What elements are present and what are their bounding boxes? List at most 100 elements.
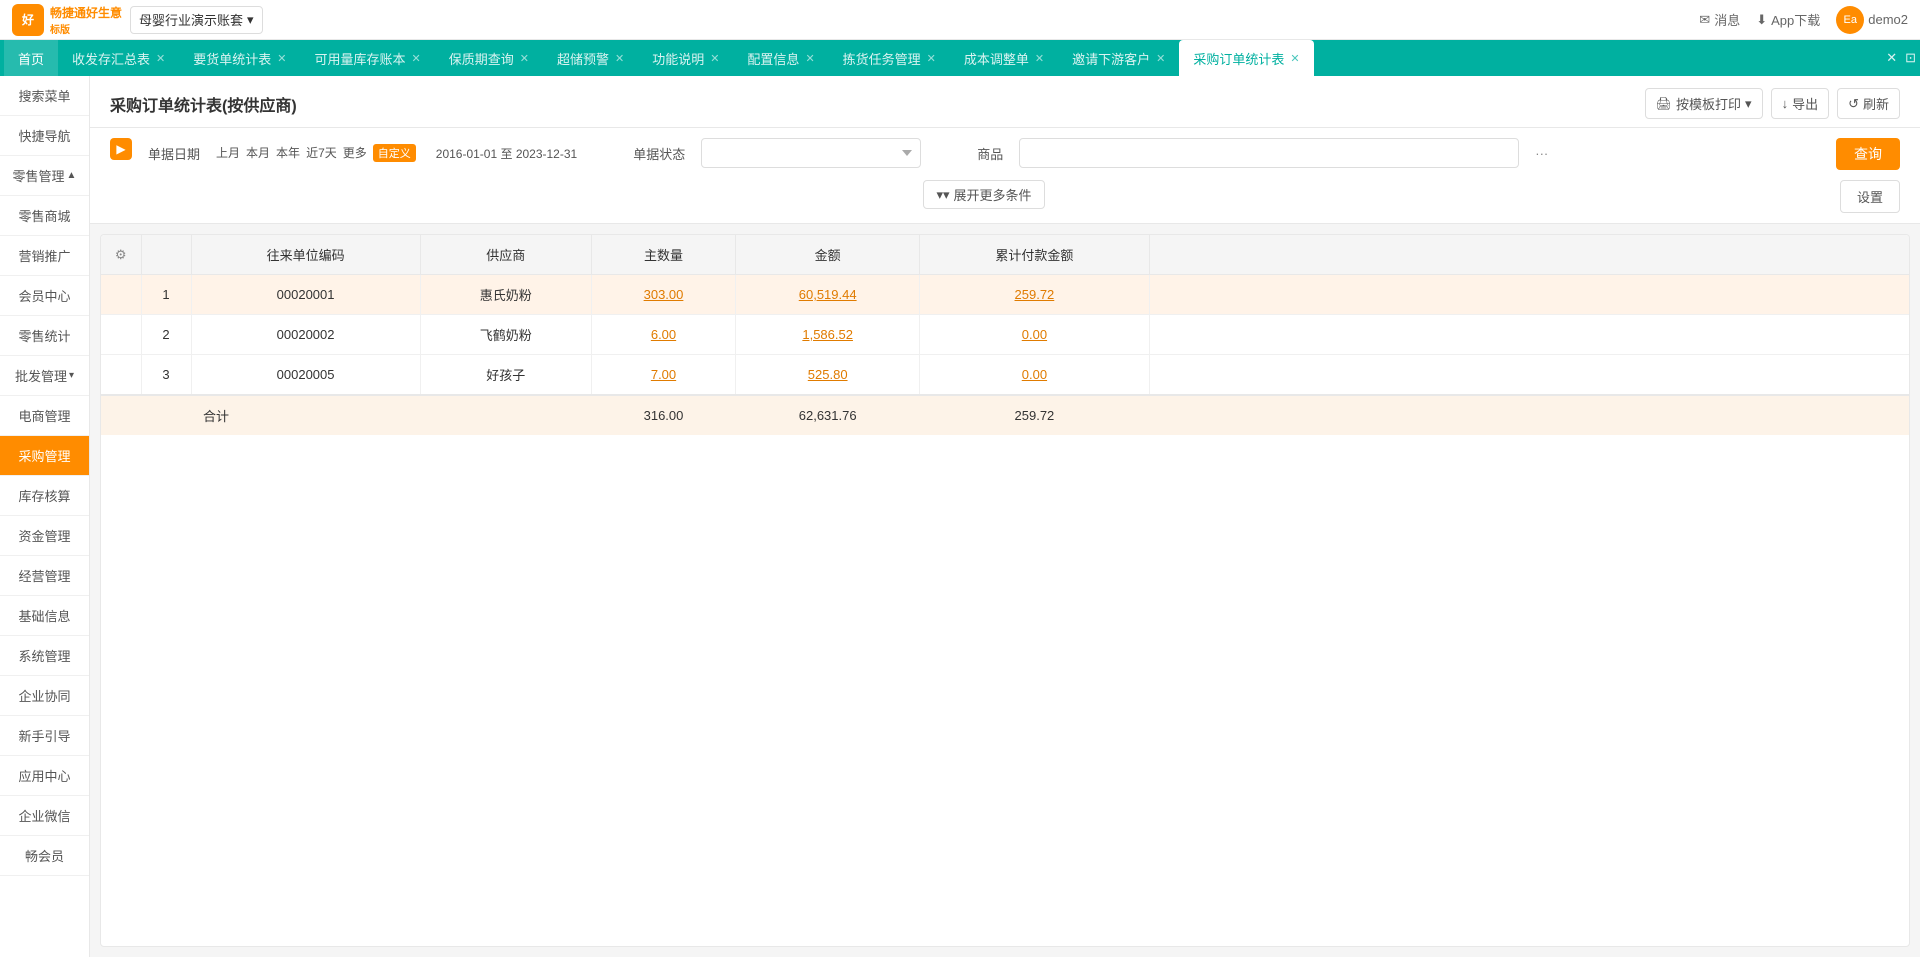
- sidebar-item-sysmanage[interactable]: 系统管理: [0, 636, 89, 676]
- nav-expand-icon[interactable]: ⊡: [1905, 50, 1916, 66]
- user-area[interactable]: Ea demo2: [1836, 6, 1908, 34]
- tab-chengben[interactable]: 成本调整单 ✕: [950, 40, 1058, 76]
- sidebar-item-wholesale[interactable]: 批发管理 ▾: [0, 356, 89, 396]
- tab-caigou[interactable]: 采购订单统计表 ✕: [1179, 40, 1313, 76]
- tab-yaoqing[interactable]: 邀请下游客户 ✕: [1058, 40, 1179, 76]
- sidebar-item-enterprise[interactable]: 企业协同: [0, 676, 89, 716]
- tab-peizhi-label: 配置信息: [747, 49, 799, 68]
- date-range-display: 2016-01-01 至 2023-12-31: [436, 145, 577, 162]
- print-icon: 🖨: [1656, 96, 1673, 112]
- status-select[interactable]: [701, 138, 921, 168]
- logo-main-text: 畅捷通好生意: [50, 4, 122, 21]
- close-icon[interactable]: ✕: [520, 52, 529, 65]
- tab-gongneng[interactable]: 功能说明 ✕: [638, 40, 733, 76]
- tab-chaochuyujing[interactable]: 超储预警 ✕: [543, 40, 638, 76]
- row-extra: [1149, 355, 1909, 396]
- export-button[interactable]: ↓ 导出: [1771, 88, 1830, 119]
- tab-shoufacun-label: 收发存汇总表: [72, 49, 150, 68]
- row-qty[interactable]: 6.00: [591, 315, 735, 355]
- refresh-button[interactable]: ↺ 刷新: [1837, 88, 1900, 119]
- goods-input[interactable]: [1019, 138, 1519, 168]
- sidebar-item-quicknav[interactable]: 快捷导航: [0, 116, 89, 156]
- row-amount[interactable]: 525.80: [736, 355, 920, 396]
- shortcut-this-year[interactable]: 本年: [276, 144, 300, 162]
- filter-query-section: 查询 设置: [1836, 138, 1900, 213]
- footer-paid: 259.72: [920, 395, 1149, 435]
- shortcut-last-month[interactable]: 上月: [216, 144, 240, 162]
- shortcut-7days[interactable]: 近7天: [306, 144, 337, 162]
- close-icon[interactable]: ✕: [156, 52, 165, 65]
- close-icon[interactable]: ✕: [927, 52, 936, 65]
- filter-toggle[interactable]: ▶: [110, 138, 132, 160]
- sidebar-item-purchase[interactable]: 采购管理: [0, 436, 89, 476]
- tab-peizhi[interactable]: 配置信息 ✕: [733, 40, 828, 76]
- row-paid[interactable]: 0.00: [920, 355, 1149, 396]
- query-button[interactable]: 查询: [1836, 138, 1900, 170]
- app-download-button[interactable]: ⬇ App下载: [1756, 10, 1820, 29]
- row-paid[interactable]: 259.72: [920, 275, 1149, 315]
- sidebar-item-newguide[interactable]: 新手引导: [0, 716, 89, 756]
- sidebar-item-inventory[interactable]: 库存核算: [0, 476, 89, 516]
- row-qty[interactable]: 7.00: [591, 355, 735, 396]
- row-check[interactable]: [101, 315, 141, 355]
- row-check[interactable]: [101, 275, 141, 315]
- supplier-col-header: 供应商: [420, 235, 591, 275]
- print-button[interactable]: 🖨 按模板打印 ▾: [1645, 88, 1763, 119]
- shortcut-this-month[interactable]: 本月: [246, 144, 270, 162]
- sidebar-item-ecommerce[interactable]: 电商管理: [0, 396, 89, 436]
- export-icon: ↓: [1782, 96, 1789, 111]
- sidebar-item-retailshop[interactable]: 零售商城: [0, 196, 89, 236]
- sidebar-item-search[interactable]: 搜索菜单: [0, 76, 89, 116]
- nav-close-icon[interactable]: ✕: [1886, 50, 1897, 66]
- sidebar-item-member[interactable]: 会员中心: [0, 276, 89, 316]
- sidebar-item-appcenter[interactable]: 应用中心: [0, 756, 89, 796]
- sidebar-item-operation[interactable]: 经营管理: [0, 556, 89, 596]
- sidebar-item-finance[interactable]: 资金管理: [0, 516, 89, 556]
- custom-badge: 自定义: [373, 144, 416, 162]
- sidebar-item-basicinfo[interactable]: 基础信息: [0, 596, 89, 636]
- workspace-selector[interactable]: 母婴行业演示账套 ▾: [130, 6, 263, 34]
- tab-home[interactable]: 首页: [4, 40, 58, 76]
- expand-more-button[interactable]: ▾▾ 展开更多条件: [923, 180, 1044, 209]
- row-paid[interactable]: 0.00: [920, 315, 1149, 355]
- footer-qty: 316.00: [591, 395, 735, 435]
- top-bar-right: ✉ 消息 ⬇ App下载 Ea demo2: [1699, 6, 1908, 34]
- table-footer-row: 合计 316.00 62,631.76 259.72: [101, 395, 1909, 435]
- close-icon[interactable]: ✕: [1156, 52, 1165, 65]
- row-check[interactable]: [101, 355, 141, 396]
- sidebar-item-marketing[interactable]: 营销推广: [0, 236, 89, 276]
- row-amount[interactable]: 60,519.44: [736, 275, 920, 315]
- close-icon[interactable]: ✕: [615, 52, 624, 65]
- download-icon: ⬇: [1756, 12, 1767, 28]
- shortcut-more[interactable]: 更多: [343, 144, 367, 162]
- avatar: Ea: [1836, 6, 1864, 34]
- footer-extra: [1149, 395, 1909, 435]
- close-icon[interactable]: ✕: [277, 52, 286, 65]
- top-bar-left: 好 畅捷通好生意 标版 母婴行业演示账套 ▾: [12, 4, 263, 36]
- message-button[interactable]: ✉ 消息: [1699, 10, 1740, 29]
- close-icon[interactable]: ✕: [1035, 52, 1044, 65]
- footer-empty: [101, 395, 191, 435]
- page-title: 采购订单统计表(按供应商): [110, 92, 297, 116]
- close-icon[interactable]: ✕: [710, 52, 719, 65]
- tab-baozhiqi[interactable]: 保质期查询 ✕: [435, 40, 543, 76]
- row-qty[interactable]: 303.00: [591, 275, 735, 315]
- close-icon[interactable]: ✕: [1290, 52, 1299, 65]
- tab-keyong[interactable]: 可用量库存账本 ✕: [300, 40, 434, 76]
- goods-more-icon[interactable]: ···: [1535, 146, 1548, 161]
- sidebar-item-enterprisewx[interactable]: 企业微信: [0, 796, 89, 836]
- sidebar-item-member2[interactable]: 畅会员: [0, 836, 89, 876]
- tab-shoufacun[interactable]: 收发存汇总表 ✕: [58, 40, 179, 76]
- main-layout: 搜索菜单 快捷导航 零售管理 ▲ 零售商城 营销推广 会员中心 零售统计 批发管…: [0, 76, 1920, 957]
- tab-zhihuo[interactable]: 拣货任务管理 ✕: [829, 40, 950, 76]
- sidebar-item-retailstat[interactable]: 零售统计: [0, 316, 89, 356]
- row-index: 3: [141, 355, 191, 396]
- tab-yaohuo[interactable]: 要货单统计表 ✕: [179, 40, 300, 76]
- row-amount[interactable]: 1,586.52: [736, 315, 920, 355]
- close-icon[interactable]: ✕: [805, 52, 814, 65]
- column-settings-icon[interactable]: ⚙: [115, 247, 127, 262]
- refresh-icon: ↺: [1848, 96, 1859, 112]
- sidebar-item-retail[interactable]: 零售管理 ▲: [0, 156, 89, 196]
- setting-button[interactable]: 设置: [1840, 180, 1900, 213]
- close-icon[interactable]: ✕: [412, 52, 421, 65]
